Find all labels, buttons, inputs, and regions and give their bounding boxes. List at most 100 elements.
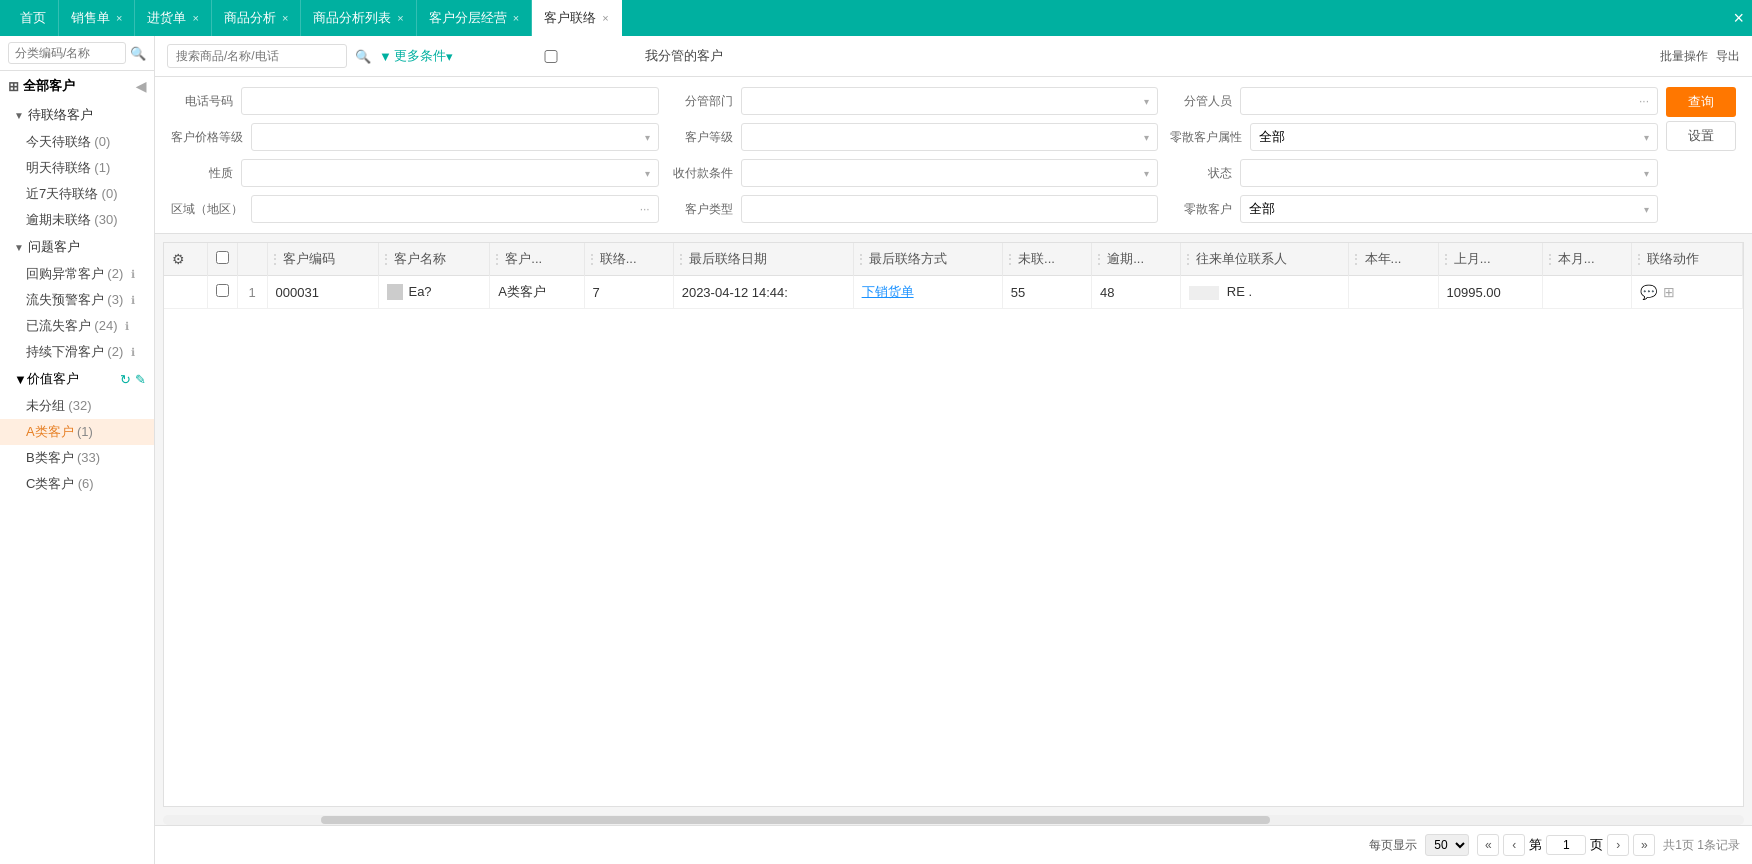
sidebar-item-c-class[interactable]: C类客户 (6) [0, 471, 154, 497]
triangle-down-icon-3: ▼ [14, 372, 27, 387]
next-page-btn[interactable]: › [1607, 834, 1629, 856]
search-input[interactable] [167, 44, 347, 68]
qr-icon[interactable]: ⊞ [1663, 284, 1675, 300]
search-icon[interactable]: 🔍 [355, 49, 371, 64]
filter-region-label: 区域（地区） [171, 201, 251, 218]
filter-customer-type-input[interactable] [741, 195, 1159, 223]
close-tab-purchase[interactable]: × [192, 12, 198, 24]
col-last-date: ⋮ 最后联络日期 [673, 243, 853, 276]
sidebar-item-tomorrow-pending[interactable]: 明天待联络 (1) [0, 155, 154, 181]
filter-payment-label: 收付款条件 [671, 165, 741, 182]
batch-op-btn[interactable]: 批量操作 [1660, 48, 1708, 65]
my-customers-check[interactable] [461, 50, 641, 63]
info-icon: ℹ [131, 268, 135, 280]
row-checkbox[interactable] [216, 284, 229, 297]
tab-customer-contact[interactable]: 客户联络 × [532, 0, 621, 36]
all-customers-header[interactable]: ⊞ 全部客户 ◀ [0, 71, 154, 101]
close-tab-analysis-list[interactable]: × [397, 12, 403, 24]
query-button[interactable]: 查询 [1666, 87, 1736, 117]
prev-page-btn[interactable]: ‹ [1503, 834, 1525, 856]
filter-dept-select[interactable]: ▾ [741, 87, 1159, 115]
filter-customer-grade-select[interactable]: ▾ [741, 123, 1159, 151]
filter-retail-attr-select[interactable]: 全部▾ [1250, 123, 1658, 151]
sidebar-item-churned[interactable]: 已流失客户 (24) ℹ [0, 313, 154, 339]
sidebar-item-repurchase-abnormal[interactable]: 回购异常客户 (2) ℹ [0, 261, 154, 287]
tab-analysis-list[interactable]: 商品分析列表 × [301, 0, 416, 36]
dropdown-arrow-5: ▾ [645, 168, 650, 179]
row-num: 1 [237, 276, 267, 309]
col-contact: ⋮ 联络... [584, 243, 673, 276]
export-btn[interactable]: 导出 [1716, 48, 1740, 65]
top-nav: 首页 销售单 × 进货单 × 商品分析 × 商品分析列表 × 客户分层经营 × … [0, 0, 1752, 36]
close-tab-analysis[interactable]: × [282, 12, 288, 24]
filter-phone-label: 电话号码 [171, 93, 241, 110]
filter-phone: 电话号码 [171, 87, 659, 115]
info-icon-4: ℹ [131, 346, 135, 358]
close-all-tabs[interactable]: × [1733, 8, 1744, 29]
last-page-btn[interactable]: » [1633, 834, 1655, 856]
sidebar-item-continuous-decline[interactable]: 持续下滑客户 (2) ℹ [0, 339, 154, 365]
close-tab-customer-tier[interactable]: × [513, 12, 519, 24]
my-customers-checkbox[interactable]: 我分管的客户 [461, 47, 723, 65]
filter-status: 状态 ▾ [1170, 159, 1658, 187]
col-this-month: ⋮ 本月... [1542, 243, 1631, 276]
tab-analysis[interactable]: 商品分析 × [212, 0, 301, 36]
edit-icon[interactable]: ✎ [135, 372, 146, 387]
sidebar-item-a-class[interactable]: A类客户 (1) [0, 419, 154, 445]
sidebar-item-churn-warning[interactable]: 流失预警客户 (3) ℹ [0, 287, 154, 313]
sidebar-item-today-pending[interactable]: 今天待联络 (0) [0, 129, 154, 155]
row-no-contact: 55 [1002, 276, 1091, 309]
filter-phone-input[interactable] [241, 87, 659, 115]
sidebar-item-7days-pending[interactable]: 近7天待联络 (0) [0, 181, 154, 207]
filter-region-select[interactable]: ··· [251, 195, 659, 223]
sidebar-collapse-btn[interactable]: ◀ [136, 79, 146, 94]
more-btn[interactable]: ··· [1639, 94, 1649, 108]
close-tab-sales[interactable]: × [116, 12, 122, 24]
row-last-method[interactable]: 下销货单 [853, 276, 1002, 309]
dropdown-arrow-3: ▾ [1144, 132, 1149, 143]
tab-customer-tier[interactable]: 客户分层经营 × [417, 0, 532, 36]
pending-contact-group[interactable]: ▼ 待联络客户 [0, 101, 154, 129]
sidebar-item-unclassified[interactable]: 未分组 (32) [0, 393, 154, 419]
value-customer-group[interactable]: ▼ 价值客户 ↻ ✎ [0, 365, 154, 393]
row-name: Ea? [378, 276, 489, 309]
horizontal-scrollbar[interactable] [321, 816, 1270, 824]
filter-person-select[interactable]: ··· [1240, 87, 1658, 115]
close-tab-customer-contact[interactable]: × [602, 12, 608, 24]
filter-status-select[interactable]: ▾ [1240, 159, 1658, 187]
col-settings[interactable]: ⚙ [164, 243, 207, 276]
more-btn-2[interactable]: ··· [640, 202, 650, 216]
triangle-down-icon: ▼ [14, 110, 24, 121]
filter-price-grade-select[interactable]: ▾ [251, 123, 659, 151]
more-filter-btn[interactable]: ▼ 更多条件 ▾ [379, 47, 453, 65]
tab-purchase[interactable]: 进货单 × [135, 0, 211, 36]
filter-retail-attr-label: 零散客户属性 [1170, 129, 1250, 146]
comment-icon[interactable]: 💬 [1640, 284, 1657, 300]
col-no-contact: ⋮ 未联... [1002, 243, 1091, 276]
page-size-select[interactable]: 50 [1425, 834, 1469, 856]
col-overdue: ⋮ 逾期... [1092, 243, 1181, 276]
row-overdue: 48 [1092, 276, 1181, 309]
sidebar-item-overdue-pending[interactable]: 逾期未联络 (30) [0, 207, 154, 233]
page-input[interactable] [1546, 835, 1586, 855]
dropdown-arrow-7: ▾ [1644, 168, 1649, 179]
filter-bar: 🔍 ▼ 更多条件 ▾ 我分管的客户 批量操作 导出 [155, 36, 1752, 77]
problem-customer-group[interactable]: ▼ 问题客户 [0, 233, 154, 261]
col-settings-btn[interactable]: ⚙ [172, 251, 185, 267]
tab-sales[interactable]: 销售单 × [59, 0, 135, 36]
first-page-btn[interactable]: « [1477, 834, 1499, 856]
filter-payment-select[interactable]: ▾ [741, 159, 1159, 187]
refresh-icon[interactable]: ↻ [120, 372, 131, 387]
info-icon-2: ℹ [131, 294, 135, 306]
total-text: 共1页 1条记录 [1663, 837, 1740, 854]
sidebar-search-input[interactable] [8, 42, 126, 64]
filter-retail-customer-select[interactable]: 全部▾ [1240, 195, 1658, 223]
tab-home[interactable]: 首页 [8, 0, 59, 36]
sidebar-search-icon[interactable]: 🔍 [130, 46, 146, 61]
sidebar-item-b-class[interactable]: B类客户 (33) [0, 445, 154, 471]
col-last-month: ⋮ 上月... [1438, 243, 1542, 276]
select-all-checkbox[interactable] [216, 251, 229, 264]
setting-button[interactable]: 设置 [1666, 121, 1736, 151]
table-row: 1 000031 Ea? A类客户 7 2023-04-12 14:44: 下销… [164, 276, 1743, 309]
filter-nature-select[interactable]: ▾ [241, 159, 659, 187]
